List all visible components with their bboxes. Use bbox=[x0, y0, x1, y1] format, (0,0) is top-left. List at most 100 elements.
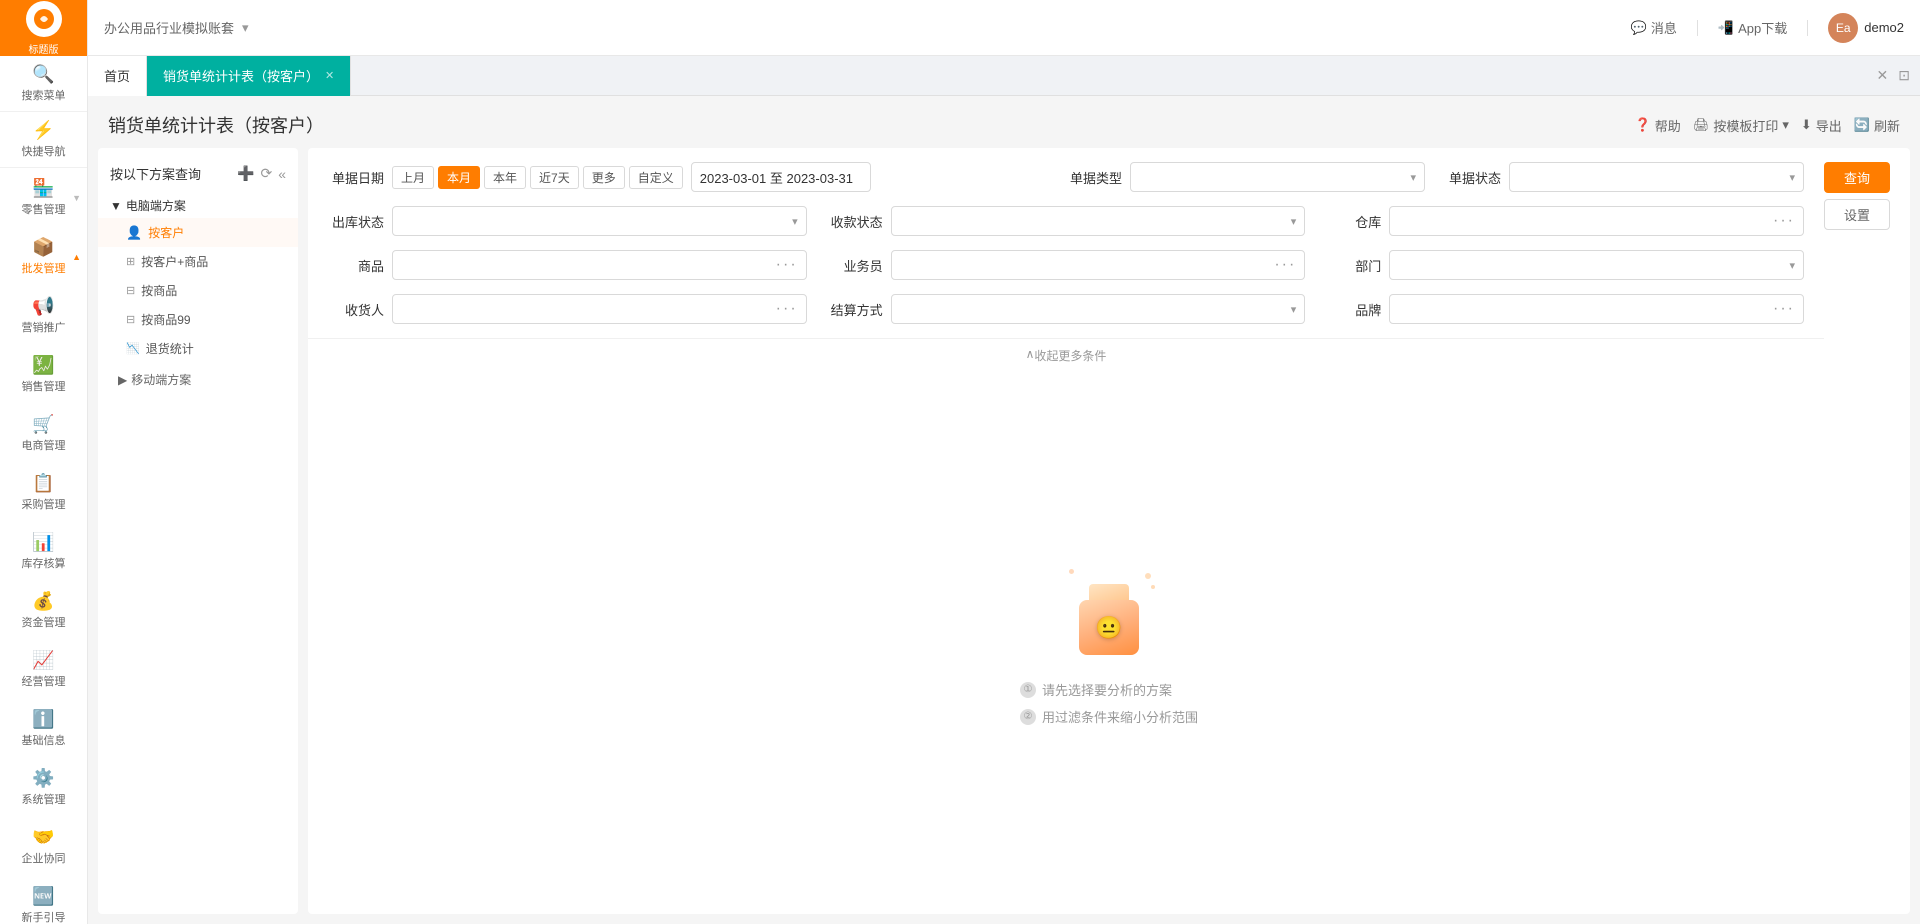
department-field: 部门 ▾ bbox=[1325, 250, 1804, 280]
purchase-icon: 📋 bbox=[0, 473, 87, 494]
desktop-scheme-group: ▼ 电脑端方案 👤 按客户 ⊞ 按客户+商品 ⊟ 按商品 bbox=[98, 193, 298, 363]
date-btn-last-7[interactable]: 近7天 bbox=[530, 166, 579, 189]
payment-input[interactable]: ▾ bbox=[891, 206, 1306, 236]
window-close-button[interactable]: ✕ bbox=[1877, 67, 1889, 84]
sidebar-item-sales[interactable]: 💹 销售管理 bbox=[0, 345, 87, 404]
shipment-input[interactable]: ▾ bbox=[392, 206, 807, 236]
empty-illustration: 😐 bbox=[1049, 560, 1169, 660]
app-subtitle: 标题版 bbox=[29, 41, 59, 56]
operations-icon: 📈 bbox=[0, 650, 87, 671]
sidebar-item-retail[interactable]: 🏪 零售管理 ▼ bbox=[0, 168, 87, 227]
refresh-scheme-icon[interactable]: ⟳ bbox=[260, 165, 272, 182]
add-scheme-icon[interactable]: ➕ bbox=[237, 165, 254, 182]
desktop-scheme-header[interactable]: ▼ 电脑端方案 bbox=[98, 193, 298, 218]
sidebar-label-operations: 经营管理 bbox=[0, 673, 87, 689]
brand-dots: ··· bbox=[1773, 300, 1795, 318]
settlement-input[interactable]: ▾ bbox=[891, 294, 1306, 324]
sidebar-item-inventory[interactable]: 📊 库存核算 bbox=[0, 522, 87, 581]
payment-field: 收款状态 ▾ bbox=[827, 206, 1306, 236]
date-btn-more[interactable]: 更多 bbox=[583, 166, 625, 189]
department-input[interactable]: ▾ bbox=[1389, 250, 1804, 280]
header-divider-1 bbox=[1697, 20, 1698, 36]
avatar-text: Ea bbox=[1836, 21, 1851, 35]
scheme-product-99[interactable]: ⊟ 按商品99 bbox=[98, 305, 298, 334]
salesperson-input[interactable]: ··· bbox=[891, 250, 1306, 280]
empty-box-top bbox=[1089, 584, 1129, 600]
scheme-by-product[interactable]: ⊟ 按商品 bbox=[98, 276, 298, 305]
date-btn-custom[interactable]: 自定义 bbox=[629, 166, 683, 189]
marketing-icon: 📢 bbox=[0, 296, 87, 317]
refresh-button[interactable]: 🔄 刷新 bbox=[1854, 116, 1900, 135]
mobile-scheme-header[interactable]: ▶ 移动端方案 bbox=[98, 367, 298, 392]
collapse-bar[interactable]: ∧ 收起更多条件 bbox=[308, 338, 1824, 372]
scheme-return-label: 退货统计 bbox=[146, 340, 194, 357]
message-button[interactable]: 💬 消息 bbox=[1631, 18, 1677, 37]
inventory-icon: 📊 bbox=[0, 532, 87, 553]
recipient-field: 收货人 ··· bbox=[328, 294, 807, 324]
order-type-input[interactable]: ▾ bbox=[1130, 162, 1425, 192]
sidebar-item-operations[interactable]: 📈 经营管理 bbox=[0, 640, 87, 699]
user-profile[interactable]: Ea demo2 bbox=[1828, 13, 1904, 43]
warehouse-dots: ··· bbox=[1773, 212, 1795, 230]
tab-home-label: 首页 bbox=[104, 66, 130, 85]
recipient-label: 收货人 bbox=[328, 300, 384, 319]
window-maximize-button[interactable]: ⊡ bbox=[1898, 67, 1910, 84]
product-field: 商品 ··· bbox=[328, 250, 807, 280]
sidebar-item-wholesale[interactable]: 📦 批发管理 ▲ bbox=[0, 227, 87, 286]
date-btn-last-month[interactable]: 上月 bbox=[392, 166, 434, 189]
help-button[interactable]: ❓ 帮助 bbox=[1635, 116, 1681, 135]
warehouse-input[interactable]: ··· bbox=[1389, 206, 1804, 236]
product-input[interactable]: ··· bbox=[392, 250, 807, 280]
message-label: 消息 bbox=[1651, 18, 1677, 37]
scheme-by-customer[interactable]: 👤 按客户 bbox=[98, 218, 298, 247]
basic-info-icon: ℹ️ bbox=[0, 709, 87, 730]
app-download-button[interactable]: 📲 App下载 bbox=[1718, 18, 1787, 37]
query-button-group: 查询 设置 bbox=[1824, 148, 1910, 230]
product-dots: ··· bbox=[776, 256, 798, 274]
sidebar-navigation: 🔍 搜索菜单 ⚡ 快捷导航 🏪 零售管理 ▼ 📦 批发管理 ▲ 📢 营销推广 💹… bbox=[0, 56, 87, 924]
sidebar-item-ecommerce[interactable]: 🛒 电商管理 bbox=[0, 404, 87, 463]
settings-button[interactable]: 设置 bbox=[1824, 199, 1890, 230]
settlement-label: 结算方式 bbox=[827, 300, 883, 319]
sidebar-item-marketing[interactable]: 📢 营销推广 bbox=[0, 286, 87, 345]
filter-panel-title: 按以下方案查询 bbox=[110, 164, 201, 183]
sidebar-item-search-menu[interactable]: 🔍 搜索菜单 bbox=[0, 56, 87, 112]
help-icon: ❓ bbox=[1635, 117, 1651, 133]
sidebar-item-new-guide[interactable]: 🆕 新手引导 bbox=[0, 876, 87, 924]
sales-icon: 💹 bbox=[0, 355, 87, 376]
sidebar-item-purchase[interactable]: 📋 采购管理 bbox=[0, 463, 87, 522]
settlement-arrow: ▾ bbox=[1291, 303, 1297, 316]
recipient-input[interactable]: ··· bbox=[392, 294, 807, 324]
tab-home[interactable]: 首页 bbox=[88, 56, 147, 96]
breadcrumb-dropdown-icon[interactable]: ▾ bbox=[242, 20, 249, 36]
order-status-input[interactable]: ▾ bbox=[1509, 162, 1804, 192]
export-button[interactable]: ⬇ 导出 bbox=[1801, 116, 1842, 135]
scheme-return-stats[interactable]: 📉 退货统计 bbox=[98, 334, 298, 363]
scheme-customer-product[interactable]: ⊞ 按客户+商品 bbox=[98, 247, 298, 276]
tab-close-icon[interactable]: ✕ bbox=[325, 69, 334, 82]
sidebar-label-ecommerce: 电商管理 bbox=[0, 437, 87, 453]
date-btn-this-month[interactable]: 本月 bbox=[438, 166, 480, 189]
date-range-input[interactable]: 2023-03-01 至 2023-03-31 bbox=[691, 162, 871, 192]
sidebar-item-system[interactable]: ⚙️ 系统管理 bbox=[0, 758, 87, 817]
tab-sales-stats[interactable]: 销货单统计计表（按客户） ✕ bbox=[147, 56, 351, 96]
sidebar-item-quick-nav[interactable]: ⚡ 快捷导航 bbox=[0, 112, 87, 168]
query-button[interactable]: 查询 bbox=[1824, 162, 1890, 193]
system-icon: ⚙️ bbox=[0, 768, 87, 789]
collapse-panel-icon[interactable]: « bbox=[278, 166, 286, 182]
sidebar-label-wholesale: 批发管理 bbox=[0, 260, 87, 276]
sidebar-item-finance[interactable]: 💰 资金管理 bbox=[0, 581, 87, 640]
sidebar-item-enterprise[interactable]: 🤝 企业协同 bbox=[0, 817, 87, 876]
date-buttons: 上月 本月 本年 近7天 更多 自定义 bbox=[392, 166, 683, 189]
header-right: 💬 消息 📲 App下载 Ea demo2 bbox=[1631, 13, 1904, 43]
sidebar: 标题版 🔍 搜索菜单 ⚡ 快捷导航 🏪 零售管理 ▼ 📦 批发管理 ▲ 📢 营销… bbox=[0, 0, 88, 924]
brand-input[interactable]: ··· bbox=[1389, 294, 1804, 324]
mobile-scheme-group: ▶ 移动端方案 bbox=[98, 367, 298, 392]
date-btn-this-year[interactable]: 本年 bbox=[484, 166, 526, 189]
sidebar-item-basic-info[interactable]: ℹ️ 基础信息 bbox=[0, 699, 87, 758]
template-print-button[interactable]: 🖨 按模板打印 ▾ bbox=[1693, 116, 1789, 135]
sidebar-label-basic-info: 基础信息 bbox=[0, 732, 87, 748]
export-icon: ⬇ bbox=[1801, 117, 1812, 133]
scheme-customer-label: 按客户 bbox=[148, 224, 184, 241]
sidebar-label-system: 系统管理 bbox=[0, 791, 87, 807]
